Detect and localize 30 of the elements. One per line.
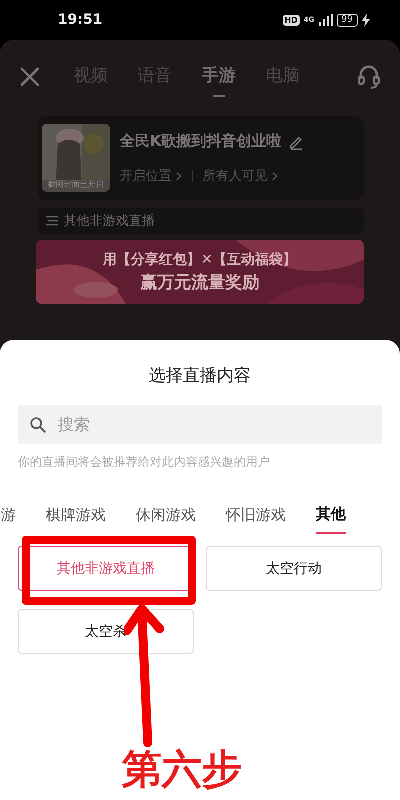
banner-slogan: 赢万元流量奖励 [140,272,260,294]
battery-level: 99 [336,14,358,26]
category-option[interactable]: 太空行动 [206,546,382,591]
step-caption: 第六步 [122,746,242,795]
chevron-icon [176,172,182,180]
category-tab[interactable]: 棋牌游戏 [46,505,106,534]
search-input[interactable]: 搜索 [56,414,370,435]
category-bar[interactable]: 其他非游戏直播 [38,208,364,234]
search-icon [30,416,46,432]
hint-text: 你的直播间将会被推荐给对此内容感兴趣的用户 [18,454,271,471]
cover-caption: 截图封面已开启 [47,179,105,190]
mode-tab[interactable]: 手游 [196,60,242,94]
sheet-title: 选择直播内容 [148,365,252,388]
category-tab[interactable]: 怀旧游戏 [226,505,286,534]
category-label: 其他非游戏直播 [64,213,155,230]
category-tab[interactable]: 休闲游戏 [136,505,196,534]
headset-icon[interactable] [358,65,380,89]
charging-icon [362,14,370,26]
category-tab[interactable]: 其他 [316,505,346,534]
live-title: 全民K歌搬到抖音创业啦 [120,132,282,151]
search-field[interactable]: 搜索 [18,405,382,444]
list-icon [46,216,58,226]
signal-icon [318,14,333,26]
banner-headline: 用【分享红包】✕【互动福袋】 [103,250,297,268]
chevron-icon [272,172,278,180]
hd-badge: HD [282,14,300,26]
close-icon[interactable] [20,67,40,87]
clock-time: 19:51 [58,12,103,28]
promo-banner[interactable]: 用【分享红包】✕【互动福袋】 赢万元流量奖励 [36,240,364,304]
category-tab[interactable]: 游 [1,505,16,534]
